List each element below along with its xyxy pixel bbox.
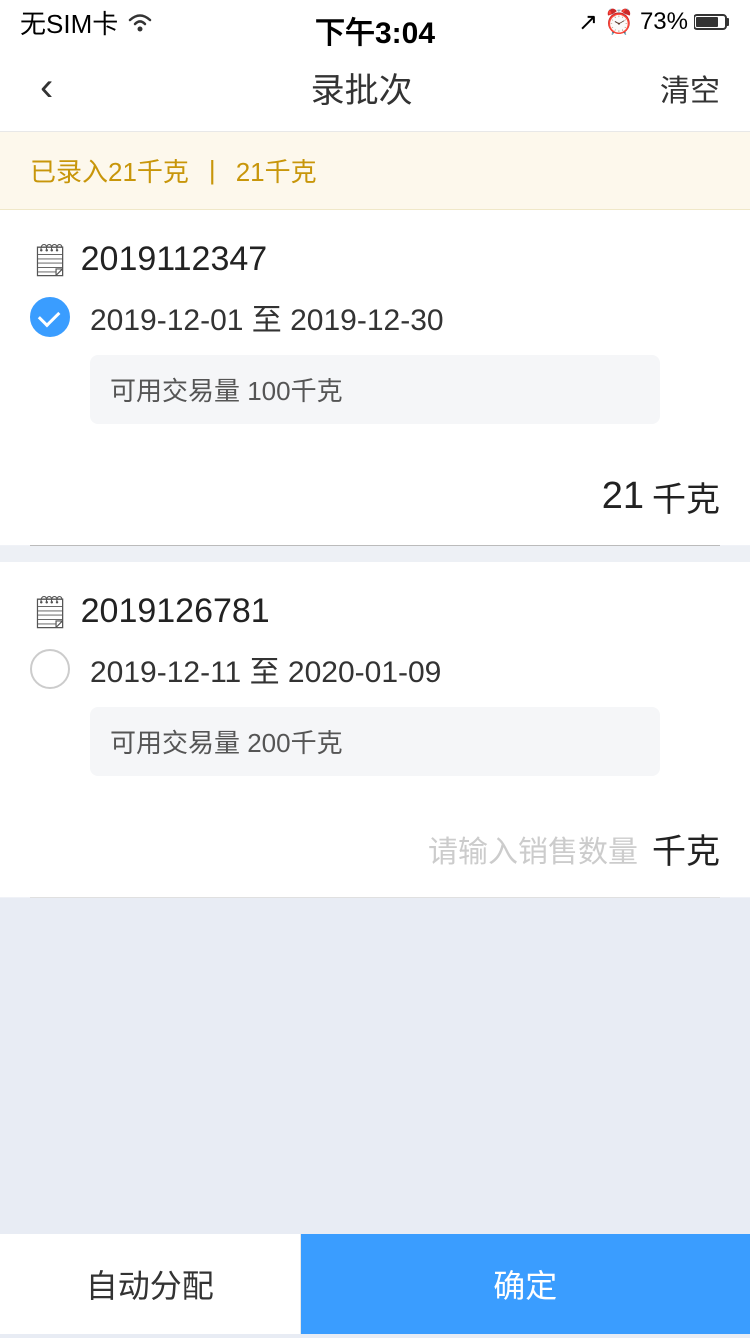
batch1-header: 🗒 2019112347 <box>30 240 720 279</box>
status-time: 下午3:04 <box>315 8 435 52</box>
info-value: 21千克 <box>236 152 317 189</box>
batch2-number: 2019126781 <box>81 592 270 631</box>
clear-button[interactable]: 清空 <box>660 66 720 110</box>
batch1-date-range: 2019-12-01 至 2019-12-30 <box>90 295 444 339</box>
batch2-availability: 可用交易量 200千克 <box>90 707 660 776</box>
batch2-placeholder: 请输入销售数量 <box>428 827 638 871</box>
back-button[interactable]: ‹ <box>30 55 63 120</box>
status-right: ↗ ⏰ 73% <box>578 8 730 37</box>
batch2-avail-wrapper: 可用交易量 200千克 <box>30 707 720 800</box>
batch2-date-range: 2019-12-11 至 2020-01-09 <box>90 647 441 691</box>
recorded-label: 已录入21千克 <box>30 152 189 189</box>
status-left: 无SIM卡 <box>20 4 154 41</box>
batch1-icon: 🗒 <box>30 241 71 279</box>
battery-text: 73% <box>640 8 688 36</box>
batch2-row: 2019-12-11 至 2020-01-09 <box>30 647 720 691</box>
batch1-amount-input[interactable] <box>524 475 644 518</box>
batch2-input-row: 请输入销售数量 千克 <box>0 800 750 897</box>
batch1-amount-row: 千克 <box>0 448 750 545</box>
batch1-availability: 可用交易量 100千克 <box>90 355 660 424</box>
batch2-unit: 千克 <box>652 824 720 873</box>
batch2-icon: 🗒 <box>30 593 71 631</box>
batch2-radio[interactable] <box>30 649 70 689</box>
bottom-bar: 自动分配 确定 <box>0 1234 750 1334</box>
location-icon: ↗ <box>578 8 598 37</box>
auto-distribute-button[interactable]: 自动分配 <box>0 1234 301 1334</box>
batch2-header: 🗒 2019126781 <box>30 592 720 631</box>
info-bar: 已录入21千克 | 21千克 <box>0 132 750 210</box>
batch1-row: 2019-12-01 至 2019-12-30 <box>30 295 720 339</box>
wifi-icon <box>126 12 154 32</box>
carrier-text: 无SIM卡 <box>20 4 118 41</box>
alarm-icon: ⏰ <box>604 8 634 37</box>
batch2-card: 🗒 2019126781 2019-12-11 至 2020-01-09 可用交… <box>0 562 750 800</box>
info-divider: | <box>209 155 216 186</box>
batch1-avail-wrapper: 可用交易量 100千克 <box>30 355 720 448</box>
battery-icon <box>694 13 730 31</box>
status-bar: 无SIM卡 下午3:04 ↗ ⏰ 73% <box>0 0 750 44</box>
page-title: 录批次 <box>311 63 413 112</box>
batch1-card: 🗒 2019112347 2019-12-01 至 2019-12-30 可用交… <box>0 210 750 448</box>
batch1-unit: 千克 <box>652 472 720 521</box>
batch1-number: 2019112347 <box>81 240 268 279</box>
confirm-button[interactable]: 确定 <box>301 1234 750 1334</box>
nav-bar: ‹ 录批次 清空 <box>0 44 750 132</box>
separator1 <box>0 546 750 562</box>
batch1-radio[interactable] <box>30 297 70 337</box>
